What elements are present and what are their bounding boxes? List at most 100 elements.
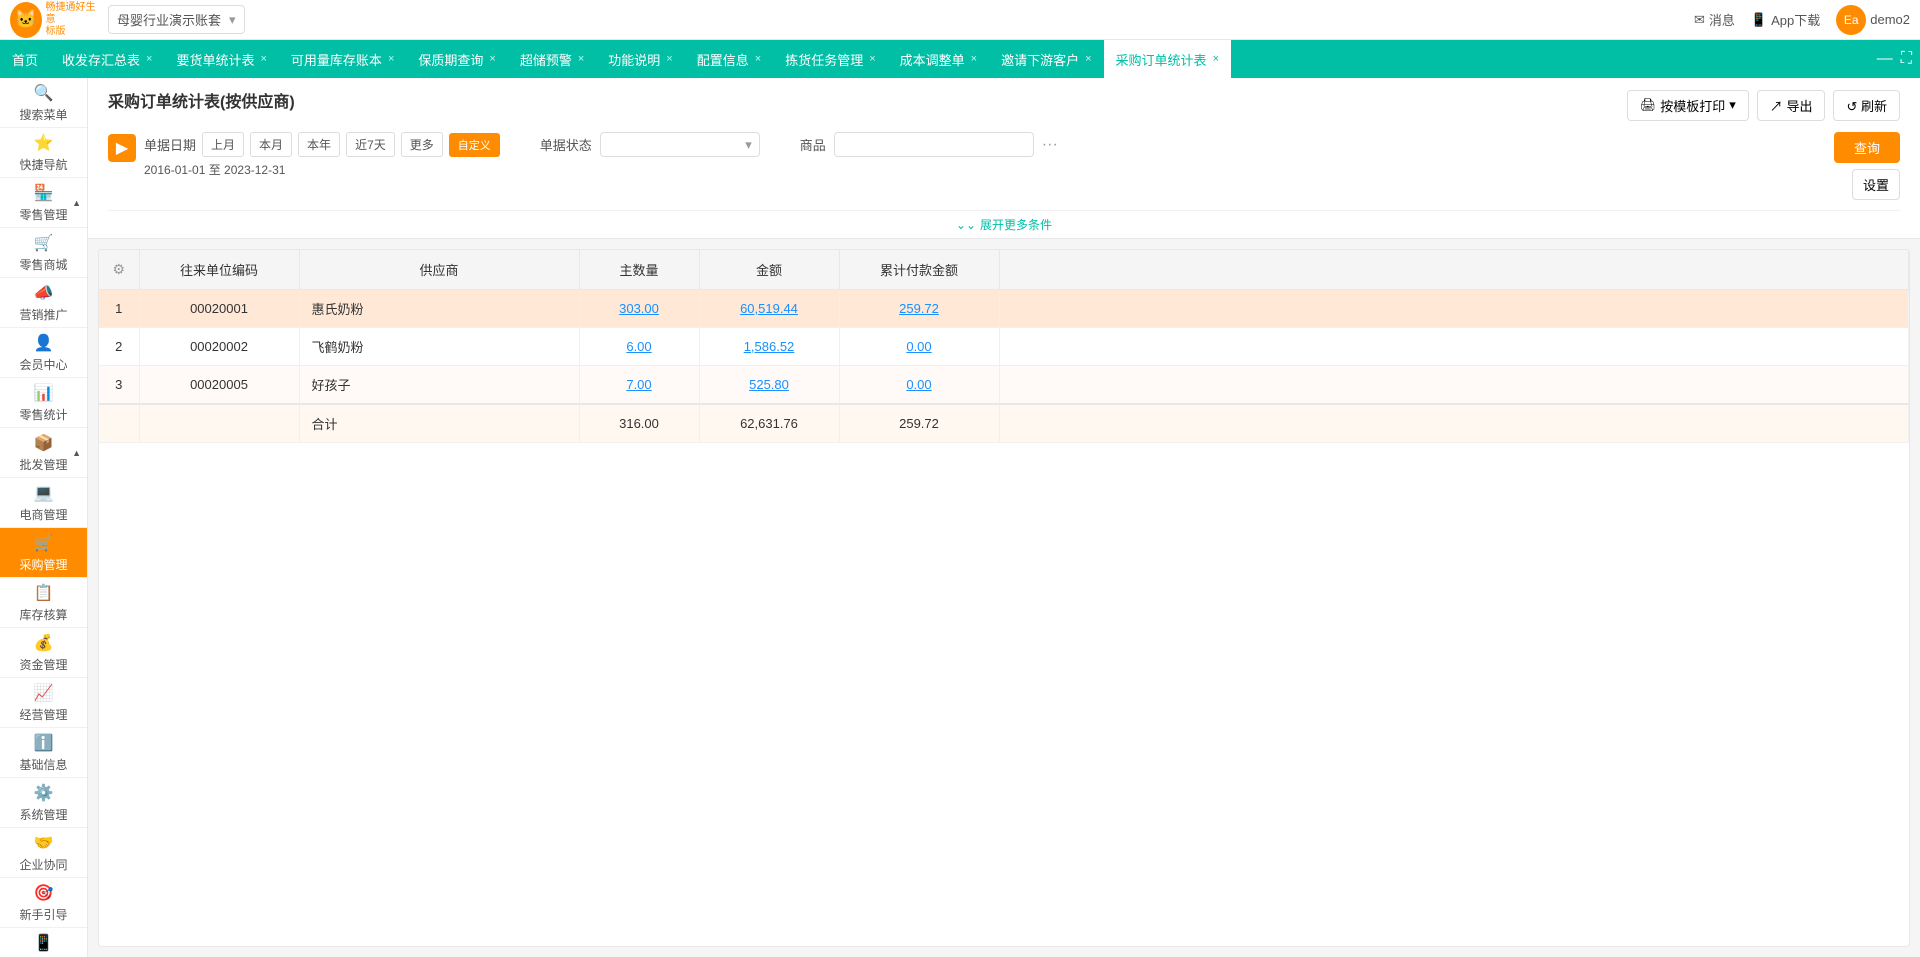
sidebar-item-guide[interactable]: 🎯 新手引导: [0, 878, 87, 928]
tab-4[interactable]: 保质期查询 ×: [406, 40, 507, 78]
sidebar-finance-label: 资金管理: [19, 656, 67, 673]
date-btn-this-month[interactable]: 本月: [250, 132, 292, 157]
goods-more-icon[interactable]: ···: [1042, 136, 1058, 154]
status-select[interactable]: [600, 132, 760, 157]
nav-maximize-icon[interactable]: ⛶: [1901, 50, 1912, 68]
table-settings-icon[interactable]: ⚙: [112, 261, 125, 277]
amount-link[interactable]: 1,586.52: [744, 339, 795, 354]
tab-8-close[interactable]: ×: [869, 53, 875, 65]
sidebar-system-label: 系统管理: [19, 806, 67, 823]
date-btn-last-month[interactable]: 上月: [202, 132, 244, 157]
date-btn-7days[interactable]: 近7天: [346, 132, 395, 157]
paid-link[interactable]: 0.00: [906, 377, 931, 392]
sidebar: 🔍 搜索菜单 ⭐ 快捷导航 🏪 零售管理 🛒 零售商城 📣 营销推广 👤 会员中…: [0, 78, 88, 957]
cell-num: 2: [99, 328, 139, 366]
tab-10[interactable]: 邀请下游客户 ×: [989, 40, 1103, 78]
refresh-label: 刷新: [1861, 99, 1887, 114]
sidebar-item-enterprise[interactable]: 🤝 企业协同: [0, 828, 87, 878]
nav-minimize-icon[interactable]: —: [1877, 50, 1893, 68]
date-btn-more[interactable]: 更多: [401, 132, 443, 157]
app-download-btn[interactable]: 📱 App下载: [1751, 10, 1820, 29]
tab-9-close[interactable]: ×: [971, 53, 977, 65]
sidebar-item-retail-stats[interactable]: 📊 零售统计: [0, 378, 87, 428]
sidebar-item-retail-mgmt[interactable]: 🏪 零售管理: [0, 178, 87, 228]
user-menu[interactable]: Ea demo2: [1836, 5, 1910, 35]
tab-10-close[interactable]: ×: [1085, 53, 1091, 65]
tab-8[interactable]: 拣货任务管理 ×: [773, 40, 887, 78]
sidebar-item-ecommerce[interactable]: 💻 电商管理: [0, 478, 87, 528]
goods-input[interactable]: [834, 132, 1034, 157]
cell-qty: 303.00: [579, 290, 699, 328]
sidebar-item-search[interactable]: 🔍 搜索菜单: [0, 78, 87, 128]
tab-home[interactable]: 首页: [0, 40, 50, 78]
export-btn[interactable]: ↗ 导出: [1757, 90, 1826, 121]
tab-11-close[interactable]: ×: [1213, 53, 1219, 65]
tab-9[interactable]: 成本调整单 ×: [888, 40, 989, 78]
sidebar-item-appstore[interactable]: 📱 应用中心: [0, 928, 87, 957]
tab-5[interactable]: 超储预警 ×: [508, 40, 596, 78]
main-content: 采购订单统计表(按供应商) 🖨 按模板打印 ▾ ↗ 导出 ↺ 刷新: [88, 78, 1920, 957]
tab-1-close[interactable]: ×: [146, 53, 152, 65]
export-label: 导出: [1786, 99, 1812, 114]
sidebar-item-member[interactable]: 👤 会员中心: [0, 328, 87, 378]
message-label: 消息: [1709, 10, 1735, 29]
tab-5-close[interactable]: ×: [578, 53, 584, 65]
tab-2-close[interactable]: ×: [260, 53, 266, 65]
th-supplier: 供应商: [299, 250, 579, 290]
settings-btn[interactable]: 设置: [1852, 169, 1900, 200]
sidebar-item-inventory[interactable]: 📋 库存核算: [0, 578, 87, 628]
tab-4-close[interactable]: ×: [489, 53, 495, 65]
qty-link[interactable]: 303.00: [619, 301, 659, 316]
expand-label: 展开更多条件: [980, 216, 1052, 233]
tab-1[interactable]: 收发存汇总表 ×: [50, 40, 164, 78]
filter-toggle-btn[interactable]: ▶: [108, 134, 136, 162]
sidebar-item-finance[interactable]: 💰 资金管理: [0, 628, 87, 678]
table-row[interactable]: 1 00020001 惠氏奶粉 303.00 60,519.44 259.72: [99, 290, 1909, 328]
cell-qty: 6.00: [579, 328, 699, 366]
sidebar-item-shortcuts[interactable]: ⭐ 快捷导航: [0, 128, 87, 178]
table-row[interactable]: 3 00020005 好孩子 7.00 525.80 0.00: [99, 366, 1909, 405]
sidebar-base-info-label: 基础信息: [19, 756, 67, 773]
workspace-selector[interactable]: 母婴行业演示账套 ▾: [108, 5, 245, 34]
message-btn[interactable]: ✉ 消息: [1694, 10, 1735, 29]
tab-3[interactable]: 可用量库存账本 ×: [279, 40, 406, 78]
sidebar-item-base-info[interactable]: ℹ️ 基础信息: [0, 728, 87, 778]
sidebar-item-purchase[interactable]: 🛒 采购管理: [0, 528, 87, 578]
sidebar-item-marketing[interactable]: 📣 营销推广: [0, 278, 87, 328]
tab-4-label: 保质期查询: [418, 50, 483, 69]
tab-11[interactable]: 采购订单统计表 ×: [1104, 40, 1231, 78]
sidebar-wholesale-label: 批发管理: [19, 456, 67, 473]
filter-toggle-area: ▶ 单据日期 上月 本月 本年 近7天 更多 自定义 2016-01-01 至 …: [108, 132, 500, 178]
refresh-btn[interactable]: ↺ 刷新: [1833, 90, 1900, 121]
sidebar-item-system[interactable]: ⚙️ 系统管理: [0, 778, 87, 828]
qty-link[interactable]: 6.00: [626, 339, 651, 354]
status-label: 单据状态: [540, 135, 592, 154]
page-header-area: 采购订单统计表(按供应商) 🖨 按模板打印 ▾ ↗ 导出 ↺ 刷新: [88, 78, 1920, 239]
date-btn-custom[interactable]: 自定义: [449, 133, 500, 157]
table-row[interactable]: 2 00020002 飞鹤奶粉 6.00 1,586.52 0.00: [99, 328, 1909, 366]
tab-2[interactable]: 要货单统计表 ×: [164, 40, 278, 78]
export-icon: ↗: [1770, 99, 1783, 114]
query-btn[interactable]: 查询: [1834, 132, 1900, 163]
amount-link[interactable]: 60,519.44: [740, 301, 798, 316]
th-qty: 主数量: [579, 250, 699, 290]
sidebar-item-wholesale[interactable]: 📦 批发管理: [0, 428, 87, 478]
sidebar-item-retail-mall[interactable]: 🛒 零售商城: [0, 228, 87, 278]
tab-7[interactable]: 配置信息 ×: [685, 40, 773, 78]
expand-btn[interactable]: ⌄⌄ 展开更多条件: [956, 216, 1052, 233]
sidebar-item-operations[interactable]: 📈 经营管理: [0, 678, 87, 728]
qty-link[interactable]: 7.00: [626, 377, 651, 392]
print-btn[interactable]: 🖨 按模板打印 ▾: [1627, 90, 1749, 121]
th-amount: 金额: [699, 250, 839, 290]
tab-6[interactable]: 功能说明 ×: [596, 40, 684, 78]
date-btn-this-year[interactable]: 本年: [298, 132, 340, 157]
tab-7-close[interactable]: ×: [755, 53, 761, 65]
th-code: 往来单位编码: [139, 250, 299, 290]
sidebar-enterprise-label: 企业协同: [19, 856, 67, 873]
paid-link[interactable]: 259.72: [899, 301, 939, 316]
tab-2-label: 要货单统计表: [176, 50, 254, 69]
tab-6-close[interactable]: ×: [666, 53, 672, 65]
amount-link[interactable]: 525.80: [749, 377, 789, 392]
tab-3-close[interactable]: ×: [388, 53, 394, 65]
paid-link[interactable]: 0.00: [906, 339, 931, 354]
